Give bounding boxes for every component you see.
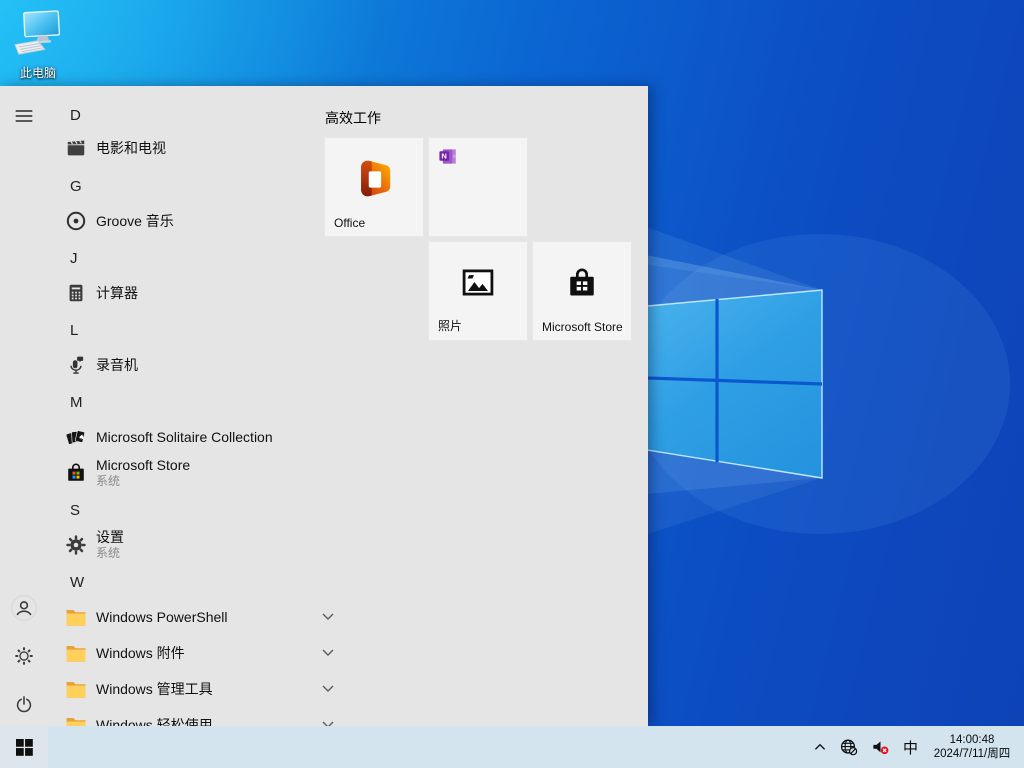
taskbar-clock[interactable]: 14:00:48 2024/7/11/周四: [928, 733, 1016, 761]
office-icon: [353, 158, 395, 205]
system-tray: 中 14:00:48 2024/7/11/周四: [810, 726, 1024, 768]
desktop-icon-label: 此电脑: [8, 64, 68, 81]
speaker-muted-icon: [871, 738, 890, 756]
clock-date: 2024/7/11/周四: [928, 747, 1016, 761]
network-status-button[interactable]: [837, 736, 861, 758]
tile-onenote[interactable]: N: [428, 137, 528, 237]
photos-icon: [459, 266, 497, 305]
tile-office[interactable]: Office: [324, 137, 424, 237]
tile-microsoft-store[interactable]: Microsoft Store: [532, 241, 632, 341]
tile-label: Office: [334, 216, 365, 230]
windows-logo-icon: [16, 739, 33, 756]
volume-button[interactable]: [868, 736, 893, 758]
desktop-icon-this-pc[interactable]: 此电脑: [8, 10, 68, 81]
start-menu-tiles: 高效工作: [0, 86, 648, 726]
tile-group-title[interactable]: 高效工作: [325, 108, 381, 128]
onenote-icon: N: [438, 147, 457, 171]
this-pc-icon: [11, 10, 65, 58]
ime-indicator[interactable]: 中: [900, 735, 921, 760]
clock-time: 14:00:48: [928, 733, 1016, 747]
tile-photos[interactable]: 照片: [428, 241, 528, 341]
tile-label: Microsoft Store: [542, 320, 623, 334]
globe-no-internet-icon: [840, 738, 858, 756]
svg-text:N: N: [441, 152, 446, 161]
tile-label: 照片: [438, 317, 462, 334]
taskbar: 中 14:00:48 2024/7/11/周四: [0, 726, 1024, 768]
tray-overflow-button[interactable]: [810, 739, 830, 755]
chevron-up-icon: [813, 741, 827, 753]
start-button[interactable]: [0, 726, 48, 768]
store-bag-icon: [563, 265, 601, 306]
start-menu: D 电影和电视 G Groove 音乐 J: [0, 86, 648, 726]
